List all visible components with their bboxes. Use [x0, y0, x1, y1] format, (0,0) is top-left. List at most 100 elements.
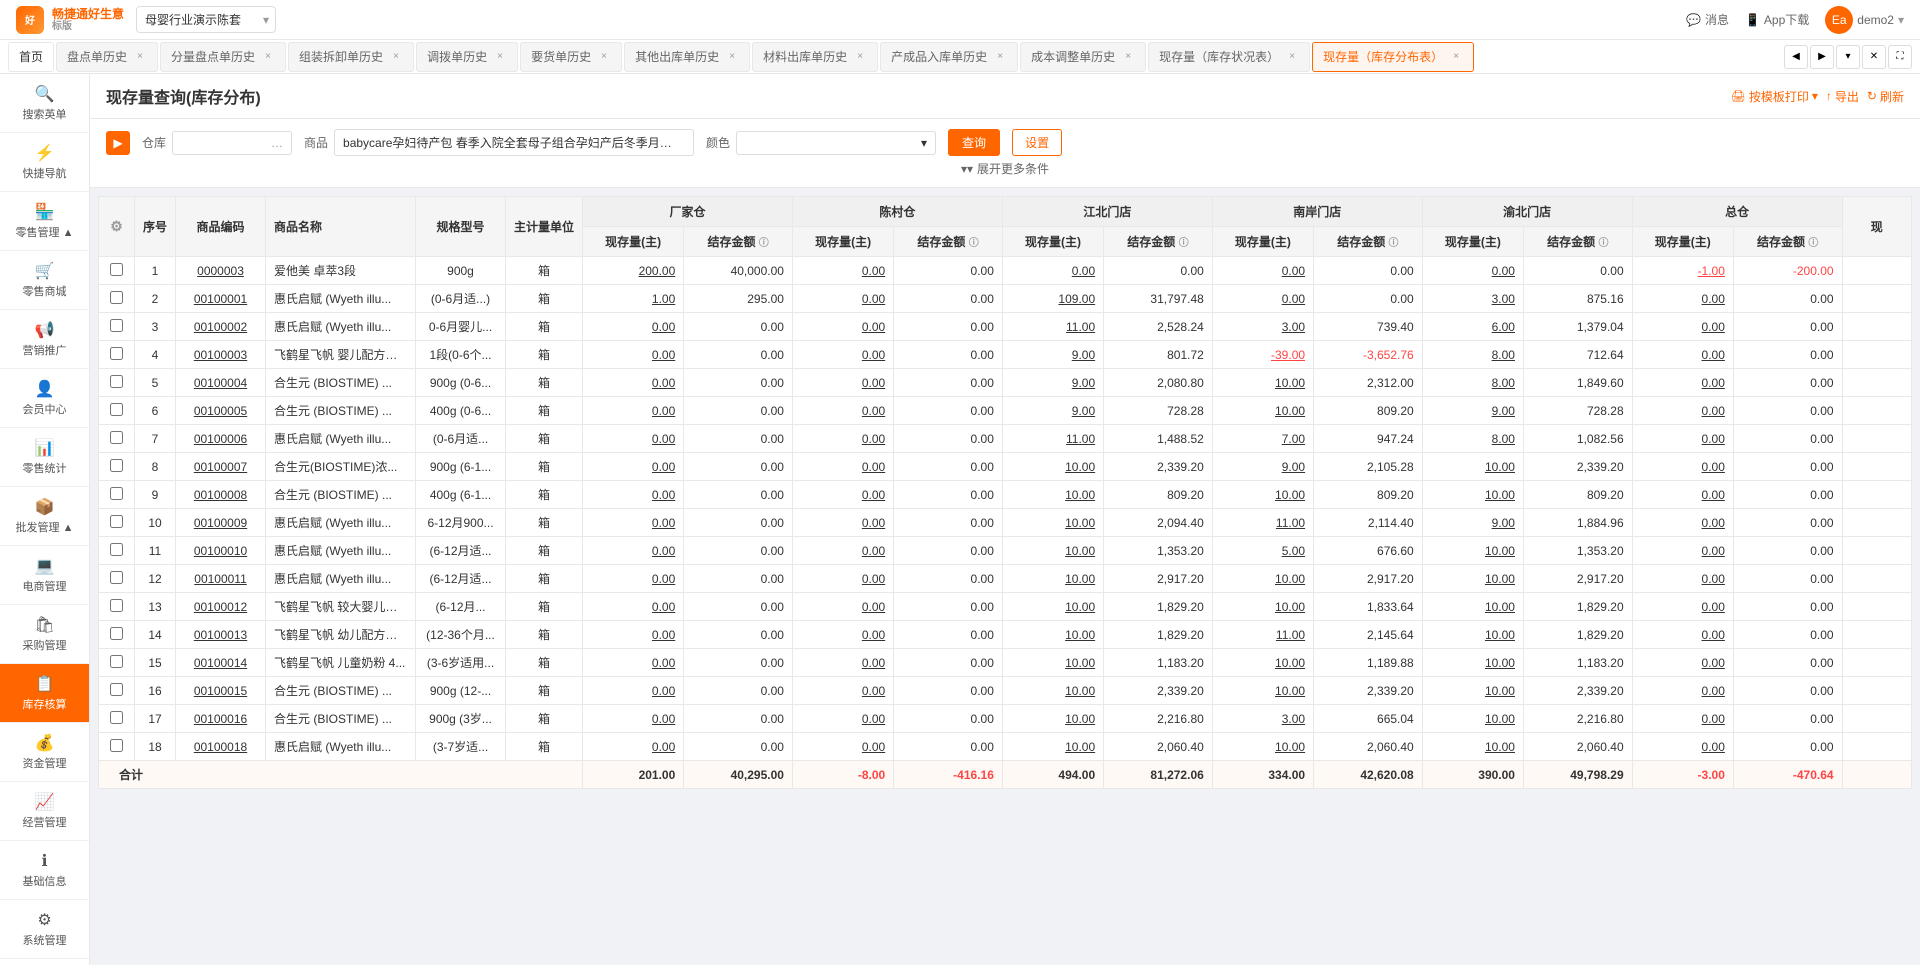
row-w1-qty[interactable]: 0.00: [583, 369, 684, 397]
row-checkbox[interactable]: [99, 593, 135, 621]
tab-transfer[interactable]: 调拨单历史 ×: [416, 42, 518, 72]
tab-purchase-close[interactable]: ×: [597, 50, 611, 64]
row-w4-qty[interactable]: 0.00: [1212, 285, 1313, 313]
row-w5-qty[interactable]: 10.00: [1422, 705, 1523, 733]
row-w2-qty[interactable]: 0.00: [792, 593, 893, 621]
tab-stock-dist[interactable]: 现存量（库存分布表） ×: [1312, 42, 1474, 72]
tab-cost-adjust-close[interactable]: ×: [1121, 50, 1135, 64]
row-w5-qty[interactable]: 3.00: [1422, 285, 1523, 313]
row-w4-qty[interactable]: 3.00: [1212, 313, 1313, 341]
expand-more-btn[interactable]: ▾▾ 展开更多条件: [106, 156, 1904, 177]
row-code[interactable]: 00100012: [176, 593, 266, 621]
row-total-qty[interactable]: 0.00: [1632, 341, 1733, 369]
row-w5-qty[interactable]: 10.00: [1422, 593, 1523, 621]
row-w3-qty[interactable]: 9.00: [1002, 369, 1103, 397]
row-w1-qty[interactable]: 0.00: [583, 453, 684, 481]
sidebar-item-search[interactable]: 🔍 搜索英单: [0, 74, 89, 133]
row-code[interactable]: 00100013: [176, 621, 266, 649]
row-w5-qty[interactable]: 8.00: [1422, 425, 1523, 453]
row-total-qty[interactable]: 0.00: [1632, 677, 1733, 705]
row-total-qty[interactable]: 0.00: [1632, 593, 1733, 621]
row-w4-qty[interactable]: 3.00: [1212, 705, 1313, 733]
row-w3-qty[interactable]: 10.00: [1002, 733, 1103, 761]
row-checkbox[interactable]: [99, 677, 135, 705]
row-w1-qty[interactable]: 200.00: [583, 257, 684, 285]
row-w5-qty[interactable]: 10.00: [1422, 565, 1523, 593]
row-w1-qty[interactable]: 0.00: [583, 341, 684, 369]
row-checkbox[interactable]: [99, 257, 135, 285]
settings-button[interactable]: 设置: [1012, 129, 1062, 156]
row-total-qty[interactable]: 0.00: [1632, 369, 1733, 397]
row-code[interactable]: 00100011: [176, 565, 266, 593]
row-w4-qty[interactable]: 10.00: [1212, 733, 1313, 761]
tab-close-all[interactable]: ✕: [1862, 45, 1886, 69]
row-w1-qty[interactable]: 0.00: [583, 565, 684, 593]
row-checkbox[interactable]: [99, 285, 135, 313]
row-w2-qty[interactable]: 0.00: [792, 285, 893, 313]
row-w2-qty[interactable]: 0.00: [792, 565, 893, 593]
row-total-qty[interactable]: 0.00: [1632, 285, 1733, 313]
row-w4-qty[interactable]: 10.00: [1212, 369, 1313, 397]
query-button[interactable]: 查询: [948, 129, 1000, 156]
tab-maximize[interactable]: ⛶: [1888, 45, 1912, 69]
sidebar-item-member[interactable]: 👤 会员中心: [0, 369, 89, 428]
row-w3-qty[interactable]: 10.00: [1002, 453, 1103, 481]
row-w2-qty[interactable]: 0.00: [792, 705, 893, 733]
row-w2-qty[interactable]: 0.00: [792, 481, 893, 509]
row-w4-qty[interactable]: 9.00: [1212, 453, 1313, 481]
row-w4-qty[interactable]: 11.00: [1212, 621, 1313, 649]
row-w1-qty[interactable]: 0.00: [583, 733, 684, 761]
row-w1-qty[interactable]: 0.00: [583, 705, 684, 733]
row-w1-qty[interactable]: 0.00: [583, 397, 684, 425]
tab-scroll-left[interactable]: ◀: [1784, 45, 1808, 69]
row-w5-qty[interactable]: 8.00: [1422, 341, 1523, 369]
tab-stock-status[interactable]: 现存量（库存状况表） ×: [1148, 42, 1310, 72]
row-w2-qty[interactable]: 0.00: [792, 621, 893, 649]
app-download-btn[interactable]: 📱 App下载: [1745, 11, 1809, 28]
row-total-qty[interactable]: 0.00: [1632, 565, 1733, 593]
tab-other-out-close[interactable]: ×: [725, 50, 739, 64]
row-total-qty[interactable]: 0.00: [1632, 425, 1733, 453]
sidebar-item-ecom[interactable]: 💻 电商管理: [0, 546, 89, 605]
row-w4-qty[interactable]: 10.00: [1212, 649, 1313, 677]
user-area[interactable]: Ea demo2 ▾: [1825, 6, 1904, 34]
row-code[interactable]: 00100015: [176, 677, 266, 705]
row-checkbox[interactable]: [99, 733, 135, 761]
row-w3-qty[interactable]: 109.00: [1002, 285, 1103, 313]
row-w2-qty[interactable]: 0.00: [792, 733, 893, 761]
goods-select[interactable]: babycare孕妇待产包 春季入院全套母子组合孕妇产后冬季月子用品 22件套 …: [334, 129, 694, 156]
row-w2-qty[interactable]: 0.00: [792, 397, 893, 425]
row-code[interactable]: 0000003: [176, 257, 266, 285]
warehouse-select[interactable]: …: [172, 131, 292, 155]
row-code[interactable]: 00100006: [176, 425, 266, 453]
row-total-qty[interactable]: 0.00: [1632, 733, 1733, 761]
row-total-qty[interactable]: -1.00: [1632, 257, 1733, 285]
row-w3-qty[interactable]: 0.00: [1002, 257, 1103, 285]
row-checkbox[interactable]: [99, 369, 135, 397]
row-w5-qty[interactable]: 10.00: [1422, 537, 1523, 565]
row-checkbox[interactable]: [99, 649, 135, 677]
row-code[interactable]: 00100002: [176, 313, 266, 341]
row-w3-qty[interactable]: 9.00: [1002, 397, 1103, 425]
row-w4-qty[interactable]: 10.00: [1212, 593, 1313, 621]
row-w2-qty[interactable]: 0.00: [792, 537, 893, 565]
row-checkbox[interactable]: [99, 565, 135, 593]
row-w4-qty[interactable]: 5.00: [1212, 537, 1313, 565]
sidebar-item-retail-mgmt[interactable]: 🏪 零售管理 ▲: [0, 192, 89, 251]
row-w2-qty[interactable]: 0.00: [792, 509, 893, 537]
row-checkbox[interactable]: [99, 481, 135, 509]
row-total-qty[interactable]: 0.00: [1632, 705, 1733, 733]
message-btn[interactable]: 💬 消息: [1686, 11, 1729, 28]
row-w4-qty[interactable]: 10.00: [1212, 677, 1313, 705]
sidebar-item-purchase[interactable]: 🛍 采购管理: [0, 605, 89, 664]
row-code[interactable]: 00100009: [176, 509, 266, 537]
row-w2-qty[interactable]: 0.00: [792, 649, 893, 677]
row-checkbox[interactable]: [99, 397, 135, 425]
tab-product-in-close[interactable]: ×: [993, 50, 1007, 64]
col-settings-header[interactable]: ⚙: [99, 197, 135, 257]
tab-split-stock-close[interactable]: ×: [261, 50, 275, 64]
row-checkbox[interactable]: [99, 509, 135, 537]
row-w4-qty[interactable]: 10.00: [1212, 565, 1313, 593]
row-code[interactable]: 00100014: [176, 649, 266, 677]
row-w5-qty[interactable]: 10.00: [1422, 481, 1523, 509]
